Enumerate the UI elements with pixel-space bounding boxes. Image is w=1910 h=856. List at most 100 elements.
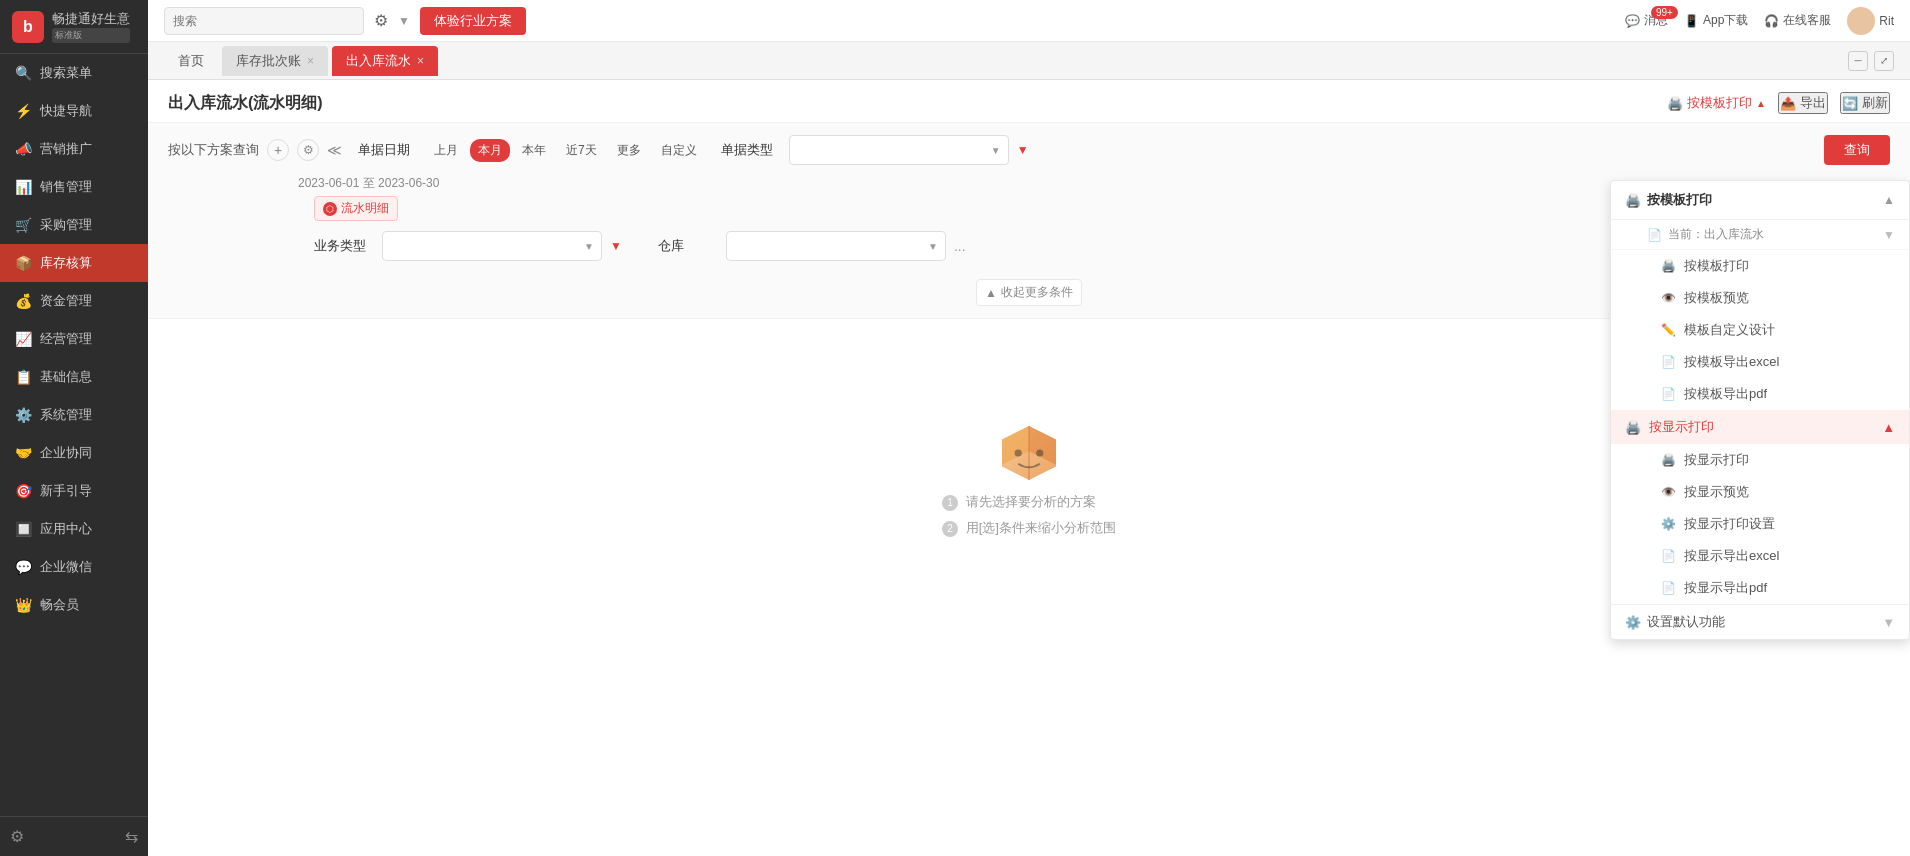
collapse-label: 收起更多条件 <box>1001 284 1073 301</box>
sidebar-item-finance[interactable]: 💰 资金管理 <box>0 282 148 320</box>
sidebar-item-sales[interactable]: 📊 销售管理 <box>0 168 148 206</box>
tab-inventory-batch-close[interactable]: × <box>307 54 314 68</box>
dropdown-item-template-preview[interactable]: 👁️ 按模板预览 <box>1611 282 1909 314</box>
sidebar-item-marketing[interactable]: 📣 营销推广 <box>0 130 148 168</box>
date-tab-last-month[interactable]: 上月 <box>426 139 466 162</box>
sidebar-item-app-center[interactable]: 🔲 应用中心 <box>0 510 148 548</box>
tab-inventory-batch[interactable]: 库存批次账 × <box>222 46 328 76</box>
app-title: 畅捷通好生意 <box>52 10 130 28</box>
dropdown-item-template-design[interactable]: ✏️ 模板自定义设计 <box>1611 314 1909 346</box>
tab-stock-flow-close[interactable]: × <box>417 54 424 68</box>
dropdown-footer: ⚙️ 设置默认功能 ▼ <box>1611 604 1909 639</box>
display-excel-label: 按显示导出excel <box>1684 547 1779 565</box>
topbar-search-input[interactable] <box>164 7 364 35</box>
settings-icon[interactable]: ⚙ <box>10 827 24 846</box>
chevron-down-icon: ▼ <box>1883 228 1895 242</box>
user-avatar-button[interactable]: Rit <box>1847 7 1894 35</box>
date-tab-more[interactable]: 更多 <box>609 139 649 162</box>
biz-type-select[interactable] <box>382 231 602 261</box>
sidebar-item-system[interactable]: ⚙️ 系统管理 <box>0 396 148 434</box>
date-tab-7days[interactable]: 近7天 <box>558 139 605 162</box>
topbar-gear-icon[interactable]: ⚙ <box>374 11 388 30</box>
content-area: 出入库流水(流水明细) 🖨️ 按模板打印 ▲ 📤 导出 🔄 刷新 <box>148 80 1910 856</box>
biz-type-expand-icon[interactable]: ▼ <box>610 239 622 253</box>
dropdown-item-display-excel[interactable]: 📄 按显示导出excel <box>1611 540 1909 572</box>
service-icon: 🎧 <box>1764 14 1779 28</box>
filter-add-button[interactable]: + <box>267 139 289 161</box>
warehouse-select[interactable] <box>726 231 946 261</box>
sidebar-item-collab[interactable]: 🤝 企业协同 <box>0 434 148 472</box>
messages-button[interactable]: 💬 消息 99+ <box>1625 12 1668 29</box>
doc-type-label: 单据类型 <box>721 141 781 159</box>
tab-home[interactable]: 首页 <box>164 46 218 76</box>
main-area: ⚙ ▼ 体验行业方案 💬 消息 99+ 📱 App下载 🎧 在线客服 Rit <box>148 0 1910 856</box>
date-tab-custom[interactable]: 自定义 <box>653 139 705 162</box>
app-download-button[interactable]: 📱 App下载 <box>1684 12 1748 29</box>
date-tab-this-year[interactable]: 本年 <box>514 139 554 162</box>
online-service-button[interactable]: 🎧 在线客服 <box>1764 12 1831 29</box>
filter-settings-button[interactable]: ⚙ <box>297 139 319 161</box>
display-print-icon: 🖨️ <box>1625 420 1641 435</box>
hint-number-2: 2 <box>942 521 958 537</box>
warehouse-filter-section: 仓库 ... <box>658 231 966 261</box>
inventory-icon: 📦 <box>14 255 32 271</box>
export-icon: 📤 <box>1780 96 1796 111</box>
dropdown-item-template-print[interactable]: 🖨️ 按模板打印 <box>1611 250 1909 282</box>
collapse-sidebar-icon[interactable]: ⇆ <box>125 827 138 846</box>
query-button[interactable]: 查询 <box>1824 135 1890 165</box>
sidebar-item-wechat[interactable]: 💬 企业微信 <box>0 548 148 586</box>
sidebar-item-label: 搜索菜单 <box>40 64 92 82</box>
doc-type-select[interactable] <box>789 135 1009 165</box>
doc-type-expand-icon[interactable]: ▼ <box>1017 143 1029 157</box>
filter-collapse-icon[interactable]: ≪ <box>327 142 342 158</box>
sidebar-item-inventory[interactable]: 📦 库存核算 <box>0 244 148 282</box>
chevron-up-icon: ▲ <box>985 286 997 300</box>
filter-label-section: 按以下方案查询 + ⚙ ≪ <box>168 139 342 161</box>
biz-type-select-wrapper <box>382 231 602 261</box>
template-print-label: 按模板打印 <box>1684 257 1749 275</box>
print-template-button[interactable]: 🖨️ 按模板打印 ▲ <box>1667 94 1766 112</box>
tab-stock-flow[interactable]: 出入库流水 × <box>332 46 438 76</box>
dropdown-item-display-settings[interactable]: ⚙️ 按显示打印设置 <box>1611 508 1909 540</box>
collapse-more-button[interactable]: ▲ 收起更多条件 <box>976 279 1082 306</box>
quick-nav-icon: ⚡ <box>14 103 32 119</box>
biz-type-filter-section: 业务类型 ▼ <box>314 231 622 261</box>
display-pdf-label: 按显示导出pdf <box>1684 579 1767 597</box>
trial-button[interactable]: 体验行业方案 <box>420 7 526 35</box>
app-name: 畅捷通好生意 标准版 <box>52 10 130 43</box>
basic-icon: 📋 <box>14 369 32 385</box>
chevron-up-icon: ▲ <box>1756 98 1766 109</box>
sidebar-item-member[interactable]: 👑 畅会员 <box>0 586 148 624</box>
display-section-title: 🖨️ 按显示打印 <box>1625 418 1714 436</box>
display-preview-sub-icon: 👁️ <box>1661 485 1676 499</box>
sidebar-item-quick-nav[interactable]: ⚡ 快捷导航 <box>0 92 148 130</box>
display-collapse-icon: ▲ <box>1882 420 1895 435</box>
sidebar-item-label: 资金管理 <box>40 292 92 310</box>
empty-hint-2: 2 用[选]条件来缩小分析范围 <box>942 515 1116 541</box>
export-label: 导出 <box>1800 94 1826 112</box>
dropdown-item-display-pdf[interactable]: 📄 按显示导出pdf <box>1611 572 1909 604</box>
tab-minimize-button[interactable]: ─ <box>1848 51 1868 71</box>
download-icon: 📱 <box>1684 14 1699 28</box>
dropdown-item-display-print[interactable]: 🖨️ 按显示打印 <box>1611 444 1909 476</box>
export-button[interactable]: 📤 导出 <box>1778 92 1828 114</box>
sidebar-item-search[interactable]: 🔍 搜索菜单 <box>0 54 148 92</box>
dropdown-display-section-header[interactable]: 🖨️ 按显示打印 ▲ <box>1611 410 1909 444</box>
dropdown-item-display-preview[interactable]: 👁️ 按显示预览 <box>1611 476 1909 508</box>
sidebar-nav: 🔍 搜索菜单 ⚡ 快捷导航 📣 营销推广 📊 销售管理 🛒 采购管理 📦 库存核… <box>0 54 148 816</box>
sidebar-item-basic[interactable]: 📋 基础信息 <box>0 358 148 396</box>
member-icon: 👑 <box>14 597 32 613</box>
tab-maximize-button[interactable]: ⤢ <box>1874 51 1894 71</box>
sidebar-item-purchase[interactable]: 🛒 采购管理 <box>0 206 148 244</box>
online-service-label: 在线客服 <box>1783 12 1831 29</box>
svg-point-4 <box>1015 449 1022 456</box>
sidebar-item-operations[interactable]: 📈 经营管理 <box>0 320 148 358</box>
warehouse-dots[interactable]: ... <box>954 238 966 254</box>
dropdown-collapse-icon[interactable]: ▲ <box>1883 193 1895 207</box>
dropdown-item-template-pdf[interactable]: 📄 按模板导出pdf <box>1611 378 1909 410</box>
dropdown-item-template-excel[interactable]: 📄 按模板导出excel <box>1611 346 1909 378</box>
set-default-button[interactable]: ⚙️ 设置默认功能 <box>1625 613 1725 631</box>
sidebar-item-guide[interactable]: 🎯 新手引导 <box>0 472 148 510</box>
date-tab-this-month[interactable]: 本月 <box>470 139 510 162</box>
refresh-button[interactable]: 🔄 刷新 <box>1840 92 1890 114</box>
